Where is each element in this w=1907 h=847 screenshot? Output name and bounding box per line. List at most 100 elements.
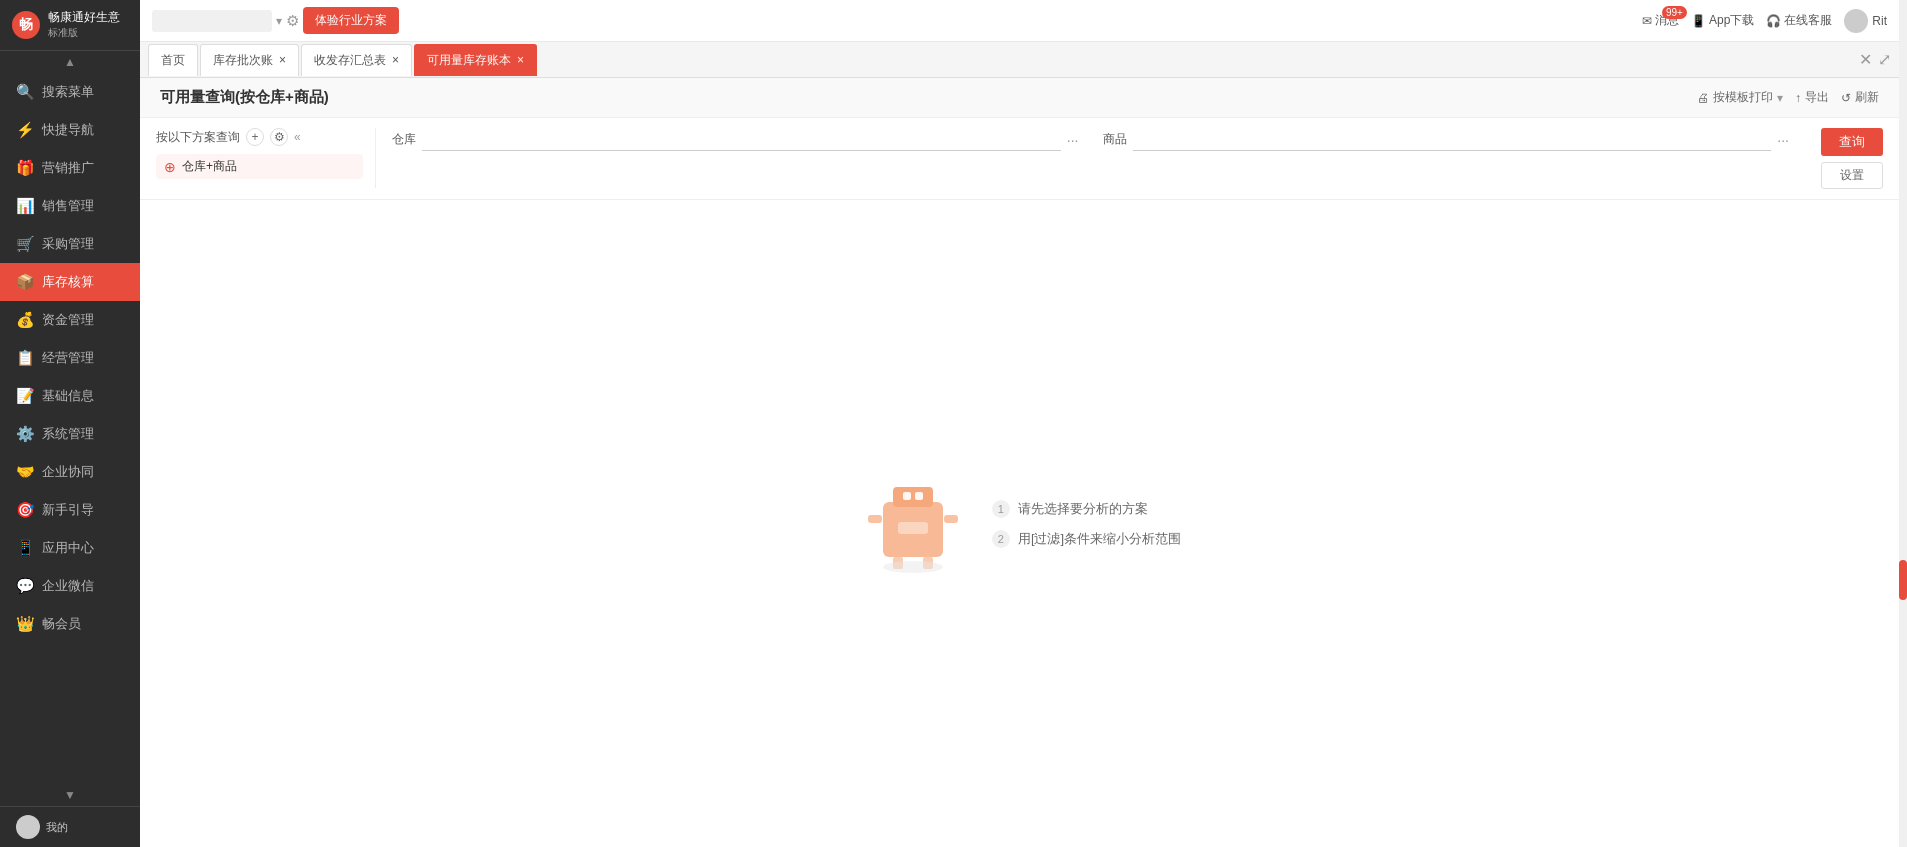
username-label: Rit	[1872, 14, 1887, 28]
svg-rect-1	[893, 487, 933, 507]
collapse-scheme-icon[interactable]: «	[294, 130, 301, 144]
tab-available[interactable]: 可用量库存账本 ×	[414, 44, 537, 76]
shortcut-icon: ⚡	[16, 121, 34, 139]
sidebar-item-guide[interactable]: 🎯 新手引导	[0, 491, 140, 529]
user-area[interactable]: Rit	[1844, 9, 1887, 33]
tab-batch-close-icon[interactable]: ×	[279, 53, 286, 67]
sidebar-item-label: 采购管理	[42, 235, 94, 253]
sidebar-item-vip[interactable]: 👑 畅会员	[0, 605, 140, 643]
warehouse-field-group: 仓库 ···	[392, 128, 1079, 151]
nav-search-input[interactable]	[152, 10, 272, 32]
sidebar-item-weixin[interactable]: 💬 企业微信	[0, 567, 140, 605]
print-button[interactable]: 🖨 按模板打印 ▾	[1697, 89, 1783, 106]
top-header: ▾ ⚙ 体验行业方案 ✉ 消息 99+ 📱 App下载 🎧 在线客服 Rit	[140, 0, 1899, 42]
operation-icon: 📋	[16, 349, 34, 367]
product-label: 商品	[1103, 131, 1127, 148]
page-title: 可用量查询(按仓库+商品)	[160, 88, 329, 107]
scrollbar-thumb	[1899, 560, 1907, 600]
tab-summary[interactable]: 收发存汇总表 ×	[301, 44, 412, 76]
sidebar-item-shortcut[interactable]: ⚡ 快捷导航	[0, 111, 140, 149]
chevron-down-icon[interactable]: ▾	[276, 14, 282, 28]
warehouse-more-icon[interactable]: ···	[1067, 132, 1079, 148]
page-title-bar: 可用量查询(按仓库+商品) 🖨 按模板打印 ▾ ↑ 导出 ↺ 刷新	[140, 78, 1899, 118]
warehouse-input[interactable]	[422, 128, 1061, 151]
main-content: ▾ ⚙ 体验行业方案 ✉ 消息 99+ 📱 App下载 🎧 在线客服 Rit	[140, 0, 1899, 847]
tab-home[interactable]: 首页	[148, 44, 198, 76]
export-button[interactable]: ↑ 导出	[1795, 89, 1829, 106]
tab-home-label: 首页	[161, 52, 185, 69]
sidebar-item-search[interactable]: 🔍 搜索菜单	[0, 73, 140, 111]
settings-button[interactable]: 设置	[1821, 162, 1883, 189]
export-label: 导出	[1805, 89, 1829, 106]
system-icon: ⚙️	[16, 425, 34, 443]
sidebar-item-purchase[interactable]: 🛒 采购管理	[0, 225, 140, 263]
page-content: 可用量查询(按仓库+商品) 🖨 按模板打印 ▾ ↑ 导出 ↺ 刷新	[140, 78, 1899, 847]
sidebar-item-label: 销售管理	[42, 197, 94, 215]
tab-batch[interactable]: 库存批次账 ×	[200, 44, 299, 76]
scroll-down-btn[interactable]: ▼	[0, 784, 140, 806]
sidebar-item-base[interactable]: 📝 基础信息	[0, 377, 140, 415]
add-scheme-button[interactable]: +	[246, 128, 264, 146]
scheme-item-label: 仓库+商品	[182, 158, 237, 175]
purchase-icon: 🛒	[16, 235, 34, 253]
sidebar-item-label: 新手引导	[42, 501, 94, 519]
sidebar: 畅 畅康通好生意 标准版 ▲ 🔍 搜索菜单 ⚡ 快捷导航 🎁 营销推广 📊 销售…	[0, 0, 140, 847]
top-right-area: ✉ 消息 99+ 📱 App下载 🎧 在线客服 Rit	[1642, 9, 1887, 33]
tab-available-label: 可用量库存账本	[427, 52, 511, 69]
product-more-icon[interactable]: ···	[1777, 132, 1789, 148]
sidebar-item-enterprise[interactable]: 🤝 企业协同	[0, 453, 140, 491]
tab-available-close-icon[interactable]: ×	[517, 53, 524, 67]
inventory-icon: 📦	[16, 273, 34, 291]
message-icon: ✉	[1642, 14, 1652, 28]
sidebar-item-operation[interactable]: 📋 经营管理	[0, 339, 140, 377]
print-icon: 🖨	[1697, 91, 1709, 105]
industry-solution-button[interactable]: 体验行业方案	[303, 7, 399, 34]
sidebar-item-marketing[interactable]: 🎁 营销推广	[0, 149, 140, 187]
refresh-label: 刷新	[1855, 89, 1879, 106]
tab-bar: 首页 库存批次账 × 收发存汇总表 × 可用量库存账本 × ✕ ⤢	[140, 42, 1899, 78]
sidebar-footer-user[interactable]: 我的	[0, 806, 140, 847]
right-scrollbar[interactable]	[1899, 0, 1907, 847]
sidebar-scroll: 🔍 搜索菜单 ⚡ 快捷导航 🎁 营销推广 📊 销售管理 🛒 采购管理 📦 库存核…	[0, 73, 140, 784]
sidebar-item-appstore[interactable]: 📱 应用中心	[0, 529, 140, 567]
query-button[interactable]: 查询	[1821, 128, 1883, 156]
tip-2-number: 2	[992, 530, 1010, 548]
refresh-button[interactable]: ↺ 刷新	[1841, 89, 1879, 106]
svg-rect-2	[903, 492, 911, 500]
online-service-link[interactable]: 🎧 在线客服	[1766, 12, 1832, 29]
sidebar-item-inventory[interactable]: 📦 库存核算	[0, 263, 140, 301]
sidebar-item-system[interactable]: ⚙️ 系统管理	[0, 415, 140, 453]
sidebar-item-label: 企业微信	[42, 577, 94, 595]
empty-tip-1: 1 请先选择要分析的方案	[992, 500, 1181, 518]
tab-batch-label: 库存批次账	[213, 52, 273, 69]
manage-scheme-button[interactable]: ⚙	[270, 128, 288, 146]
sidebar-item-finance[interactable]: 💰 资金管理	[0, 301, 140, 339]
tip-2-text: 用[过滤]条件来缩小分析范围	[1018, 530, 1181, 548]
expand-icon[interactable]: ⤢	[1878, 50, 1891, 69]
svg-rect-6	[944, 515, 958, 523]
sales-icon: 📊	[16, 197, 34, 215]
headset-icon: 🎧	[1766, 14, 1781, 28]
close-all-tabs-icon[interactable]: ✕	[1859, 50, 1872, 69]
sidebar-item-label: 快捷导航	[42, 121, 94, 139]
scroll-up-btn[interactable]: ▲	[0, 51, 140, 73]
query-actions: 查询 设置	[1805, 128, 1883, 189]
tab-summary-close-icon[interactable]: ×	[392, 53, 399, 67]
scheme-item-icon: ⊕	[164, 159, 176, 175]
scheme-item-warehouse-product[interactable]: ⊕ 仓库+商品	[156, 154, 363, 179]
finance-icon: 💰	[16, 311, 34, 329]
vip-icon: 👑	[16, 615, 34, 633]
sidebar-item-label: 营销推广	[42, 159, 94, 177]
scheme-label: 按以下方案查询	[156, 129, 240, 146]
app-download-link[interactable]: 📱 App下载	[1691, 12, 1754, 29]
weixin-icon: 💬	[16, 577, 34, 595]
product-input[interactable]	[1133, 128, 1772, 151]
sidebar-header: 畅 畅康通好生意 标准版	[0, 0, 140, 51]
empty-illustration	[858, 467, 968, 580]
gear-icon[interactable]: ⚙	[286, 12, 299, 30]
sidebar-item-label: 经营管理	[42, 349, 94, 367]
marketing-icon: 🎁	[16, 159, 34, 177]
message-area[interactable]: ✉ 消息 99+	[1642, 12, 1679, 29]
sidebar-item-sales[interactable]: 📊 销售管理	[0, 187, 140, 225]
tab-summary-label: 收发存汇总表	[314, 52, 386, 69]
